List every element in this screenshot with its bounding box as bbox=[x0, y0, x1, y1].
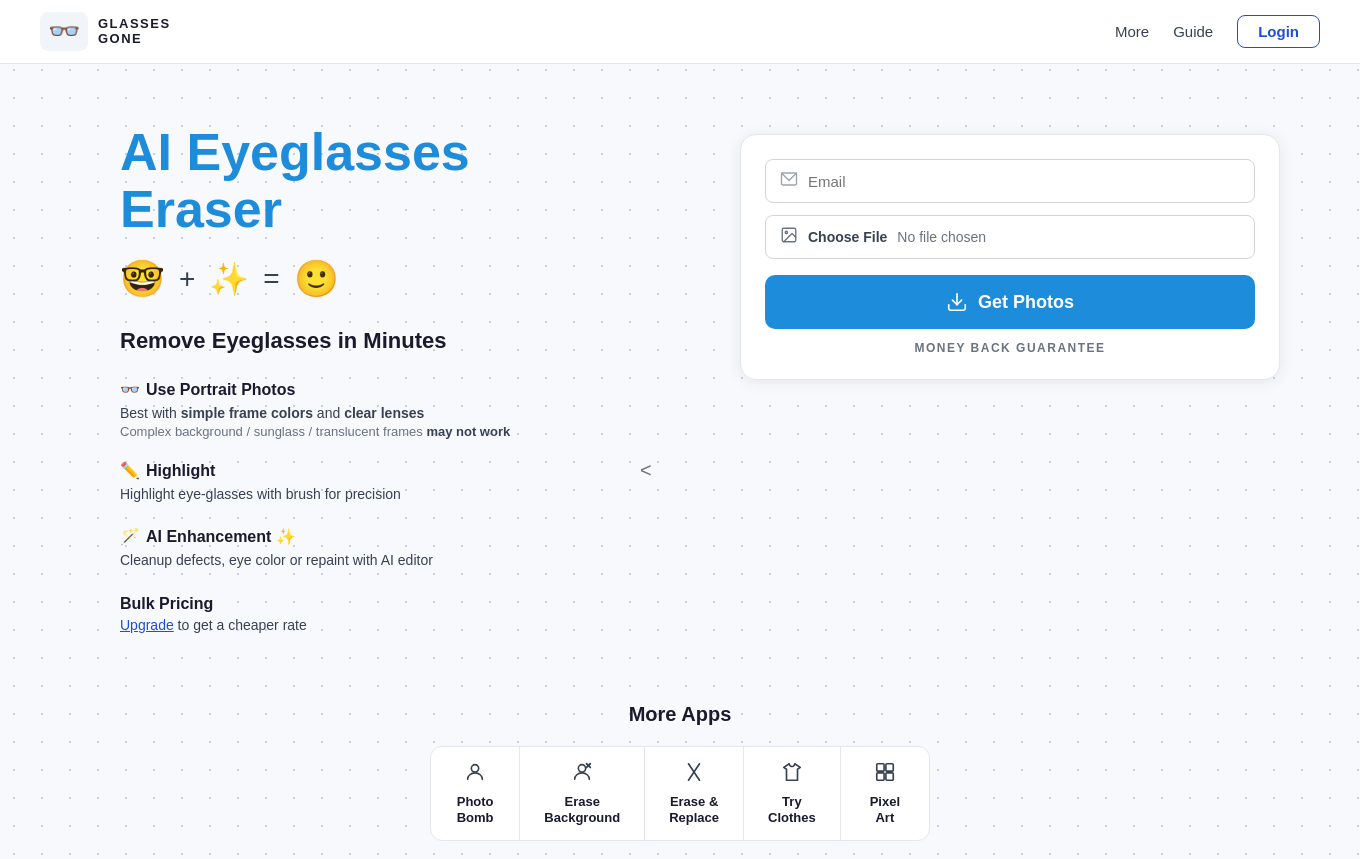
logo-line1: GLASSES bbox=[98, 17, 171, 31]
file-input-wrap[interactable]: Choose File No file chosen bbox=[765, 215, 1255, 259]
pixel-art-label: PixelArt bbox=[870, 794, 900, 825]
upgrade-link[interactable]: Upgrade bbox=[120, 617, 174, 633]
feature-highlight: ✏️ Highlight Highlight eye-glasses with … bbox=[120, 461, 680, 505]
feature-ai-desc: Cleanup defects, eye color or repaint wi… bbox=[120, 550, 680, 571]
more-apps-section: More Apps PhotoBomb EraseBac bbox=[0, 673, 1360, 859]
svg-rect-8 bbox=[877, 764, 884, 771]
pixel-art-icon bbox=[874, 761, 896, 788]
site-header: 👓 GLASSES GONE More Guide Login bbox=[0, 0, 1360, 64]
erase-background-label: EraseBackground bbox=[544, 794, 620, 825]
feature-portrait-note: Complex background / sunglass / transluc… bbox=[120, 424, 680, 439]
more-apps-title: More Apps bbox=[0, 703, 1360, 726]
nav-guide[interactable]: Guide bbox=[1173, 23, 1213, 40]
emoji-magic: ✨ bbox=[209, 260, 249, 298]
erase-replace-icon bbox=[683, 761, 705, 788]
svg-rect-9 bbox=[886, 764, 893, 771]
left-column: AI Eyeglasses Eraser 🤓 + ✨ = 🙂 Remove Ey… bbox=[120, 124, 680, 633]
email-field[interactable] bbox=[808, 173, 1240, 190]
file-chosen-label: No file chosen bbox=[897, 229, 986, 245]
choose-file-button[interactable]: Choose File bbox=[808, 229, 887, 245]
photo-bomb-icon bbox=[464, 761, 486, 788]
feature-ai-heading: 🪄 AI Enhancement ✨ bbox=[120, 527, 680, 546]
image-icon bbox=[780, 226, 798, 248]
app-photo-bomb[interactable]: PhotoBomb bbox=[431, 747, 520, 839]
feature-highlight-desc: Highlight eye-glasses with brush for pre… bbox=[120, 484, 680, 505]
svg-point-5 bbox=[579, 765, 586, 772]
bulk-pricing-section: Bulk Pricing Upgrade to get a cheaper ra… bbox=[120, 595, 680, 633]
svg-point-2 bbox=[785, 231, 787, 233]
logo-line2: GONE bbox=[98, 32, 171, 46]
try-clothes-icon bbox=[781, 761, 803, 788]
get-photos-button[interactable]: Get Photos bbox=[765, 275, 1255, 329]
email-input-wrap[interactable] bbox=[765, 159, 1255, 203]
app-erase-replace[interactable]: Erase &Replace bbox=[645, 747, 744, 839]
feature-ai: 🪄 AI Enhancement ✨ Cleanup defects, eye … bbox=[120, 527, 680, 571]
app-pixel-art[interactable]: PixelArt bbox=[841, 747, 929, 839]
form-card: Choose File No file chosen Get Photos MO… bbox=[740, 134, 1280, 380]
try-clothes-label: TryClothes bbox=[768, 794, 816, 825]
plus-sign: + bbox=[179, 263, 195, 295]
collapse-arrow[interactable]: < bbox=[640, 459, 652, 482]
app-try-clothes[interactable]: TryClothes bbox=[744, 747, 841, 839]
svg-rect-10 bbox=[877, 773, 884, 780]
remove-title: Remove Eyeglasses in Minutes bbox=[120, 328, 680, 354]
svg-rect-11 bbox=[886, 773, 893, 780]
email-icon bbox=[780, 170, 798, 192]
emoji-happy: 🙂 bbox=[294, 258, 339, 300]
app-erase-background[interactable]: EraseBackground bbox=[520, 747, 645, 839]
emoji-equation: 🤓 + ✨ = 🙂 bbox=[120, 258, 680, 300]
erase-replace-label: Erase &Replace bbox=[669, 794, 719, 825]
logo-text: GLASSES GONE bbox=[98, 17, 171, 46]
bulk-title: Bulk Pricing bbox=[120, 595, 680, 613]
hero-title: AI Eyeglasses Eraser bbox=[120, 124, 680, 238]
equals-sign: = bbox=[263, 263, 279, 295]
main-content: AI Eyeglasses Eraser 🤓 + ✨ = 🙂 Remove Ey… bbox=[0, 64, 1360, 673]
get-photos-label: Get Photos bbox=[978, 292, 1074, 313]
feature-portrait-heading: 👓 Use Portrait Photos bbox=[120, 380, 680, 399]
emoji-glasses: 🤓 bbox=[120, 258, 165, 300]
login-button[interactable]: Login bbox=[1237, 15, 1320, 48]
feature-portrait-desc: Best with simple frame colors and clear … bbox=[120, 403, 680, 424]
logo[interactable]: 👓 GLASSES GONE bbox=[40, 12, 171, 51]
upgrade-text: Upgrade to get a cheaper rate bbox=[120, 617, 680, 633]
feature-portrait: 👓 Use Portrait Photos Best with simple f… bbox=[120, 380, 680, 439]
erase-background-icon bbox=[571, 761, 593, 788]
nav-more[interactable]: More bbox=[1115, 23, 1149, 40]
feature-highlight-heading: ✏️ Highlight bbox=[120, 461, 680, 480]
logo-icon: 👓 bbox=[40, 12, 88, 51]
svg-point-4 bbox=[471, 765, 478, 772]
photo-bomb-label: PhotoBomb bbox=[457, 794, 494, 825]
right-column: Choose File No file chosen Get Photos MO… bbox=[740, 124, 1280, 380]
main-nav: More Guide Login bbox=[1115, 15, 1320, 48]
money-back-guarantee: MONEY BACK GUARANTEE bbox=[765, 341, 1255, 355]
apps-row: PhotoBomb EraseBackground Erase &Repl bbox=[430, 746, 930, 840]
